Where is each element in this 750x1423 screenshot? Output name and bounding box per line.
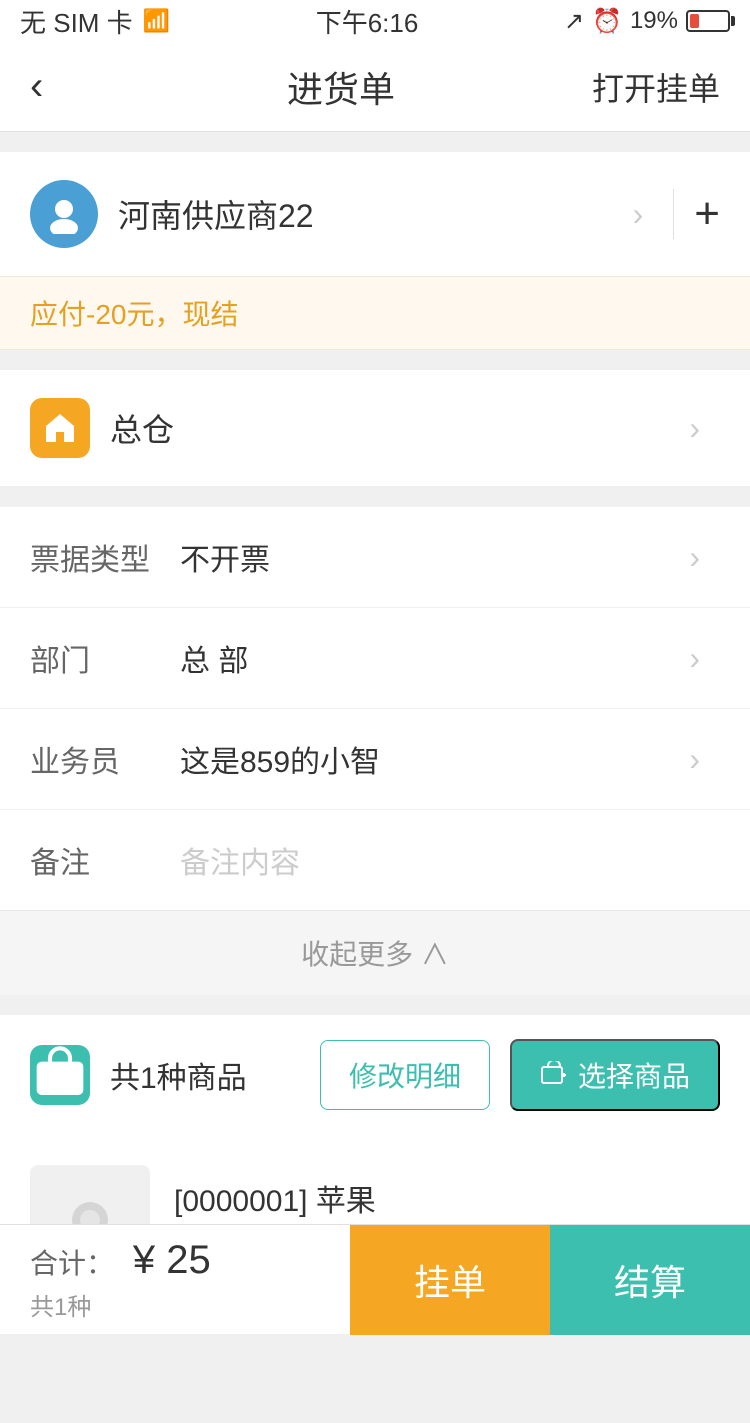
divider-3 <box>0 486 750 506</box>
select-product-label: 选择商品 <box>578 1055 690 1095</box>
edit-details-button[interactable]: 修改明细 <box>320 1040 490 1110</box>
form-card: 票据类型 不开票 › 部门 总 部 › 业务员 这是859的小智 › 备注 备注… <box>0 506 750 910</box>
product-code: [0000001] <box>174 1185 307 1218</box>
remark-input[interactable]: 备注内容 <box>160 838 720 882</box>
wifi-icon: 📶 <box>143 8 170 34</box>
page-title: 进货单 <box>287 61 395 113</box>
battery-fill <box>690 14 699 28</box>
settle-button[interactable]: 结算 <box>550 1225 750 1335</box>
location-icon: ↗ <box>564 7 584 36</box>
alarm-icon: ⏰ <box>592 7 622 36</box>
total-amount: ¥ 25 <box>133 1238 211 1282</box>
invoice-value: 不开票 <box>160 535 689 579</box>
battery-icon <box>686 10 730 32</box>
status-bar-right: ↗ ⏰ 19% <box>564 7 730 36</box>
supplier-card: 河南供应商22 › + 应付-20元，现结 <box>0 152 750 350</box>
divider-1 <box>0 132 750 152</box>
warehouse-icon <box>30 398 90 458</box>
products-count: 共1种商品 <box>110 1053 300 1097</box>
remark-row[interactable]: 备注 备注内容 <box>0 809 750 910</box>
add-button[interactable]: + <box>673 189 720 239</box>
total-row: 合计： ¥ 25 <box>30 1238 320 1283</box>
salesman-row[interactable]: 业务员 这是859的小智 › <box>0 708 750 809</box>
nav-bar: ‹ 进货单 打开挂单 <box>0 42 750 132</box>
collapse-bar[interactable]: 收起更多 ∧ <box>0 910 750 995</box>
hang-button[interactable]: 挂单 <box>350 1225 550 1335</box>
battery-percentage: 19% <box>630 7 678 35</box>
invoice-chevron-icon: › <box>689 539 700 576</box>
supplier-row[interactable]: 河南供应商22 › + <box>0 152 750 276</box>
remark-label: 备注 <box>30 838 160 882</box>
chevron-right-icon: › <box>633 196 644 233</box>
status-bar-left: 无 SIM 卡 📶 <box>20 3 170 40</box>
invoice-row[interactable]: 票据类型 不开票 › <box>0 506 750 607</box>
open-hang-button[interactable]: 打开挂单 <box>592 64 720 110</box>
cart-icon <box>30 1045 90 1105</box>
status-bar: 无 SIM 卡 📶 下午6:16 ↗ ⏰ 19% <box>0 0 750 42</box>
supplier-name: 河南供应商22 <box>118 191 633 237</box>
supplier-avatar <box>30 180 98 248</box>
avatar-icon <box>44 194 84 234</box>
salesman-chevron-icon: › <box>689 741 700 778</box>
carrier-text: 无 SIM 卡 <box>20 3 133 40</box>
products-icon <box>30 1045 90 1105</box>
salesman-value: 这是859的小智 <box>160 737 689 781</box>
total-count: 共1种 <box>30 1287 320 1322</box>
product-title-text: 苹果 <box>316 1185 376 1218</box>
total-section: 合计： ¥ 25 共1种 <box>0 1238 350 1322</box>
department-chevron-icon: › <box>689 640 700 677</box>
invoice-label: 票据类型 <box>30 535 160 579</box>
select-product-button[interactable]: 选择商品 <box>510 1039 720 1111</box>
divider-4 <box>0 995 750 1015</box>
house-icon <box>42 410 78 446</box>
back-button[interactable]: ‹ <box>30 64 90 109</box>
time-display: 下午6:16 <box>316 3 419 40</box>
products-header: 共1种商品 修改明细 选择商品 <box>0 1015 750 1135</box>
warehouse-row[interactable]: 总仓 › <box>0 370 750 486</box>
divider-2 <box>0 350 750 370</box>
notice-bar: 应付-20元，现结 <box>0 276 750 350</box>
total-label: 合计： <box>30 1248 114 1279</box>
select-cart-icon <box>540 1061 568 1089</box>
bottom-bar: 合计： ¥ 25 共1种 挂单 结算 <box>0 1224 750 1334</box>
department-value: 总 部 <box>160 636 689 680</box>
warehouse-name: 总仓 <box>110 405 689 451</box>
product-name: [0000001] 苹果 <box>174 1176 648 1220</box>
warehouse-card[interactable]: 总仓 › <box>0 370 750 486</box>
department-row[interactable]: 部门 总 部 › <box>0 607 750 708</box>
department-label: 部门 <box>30 636 160 680</box>
salesman-label: 业务员 <box>30 737 160 781</box>
warehouse-chevron-icon: › <box>689 410 700 447</box>
